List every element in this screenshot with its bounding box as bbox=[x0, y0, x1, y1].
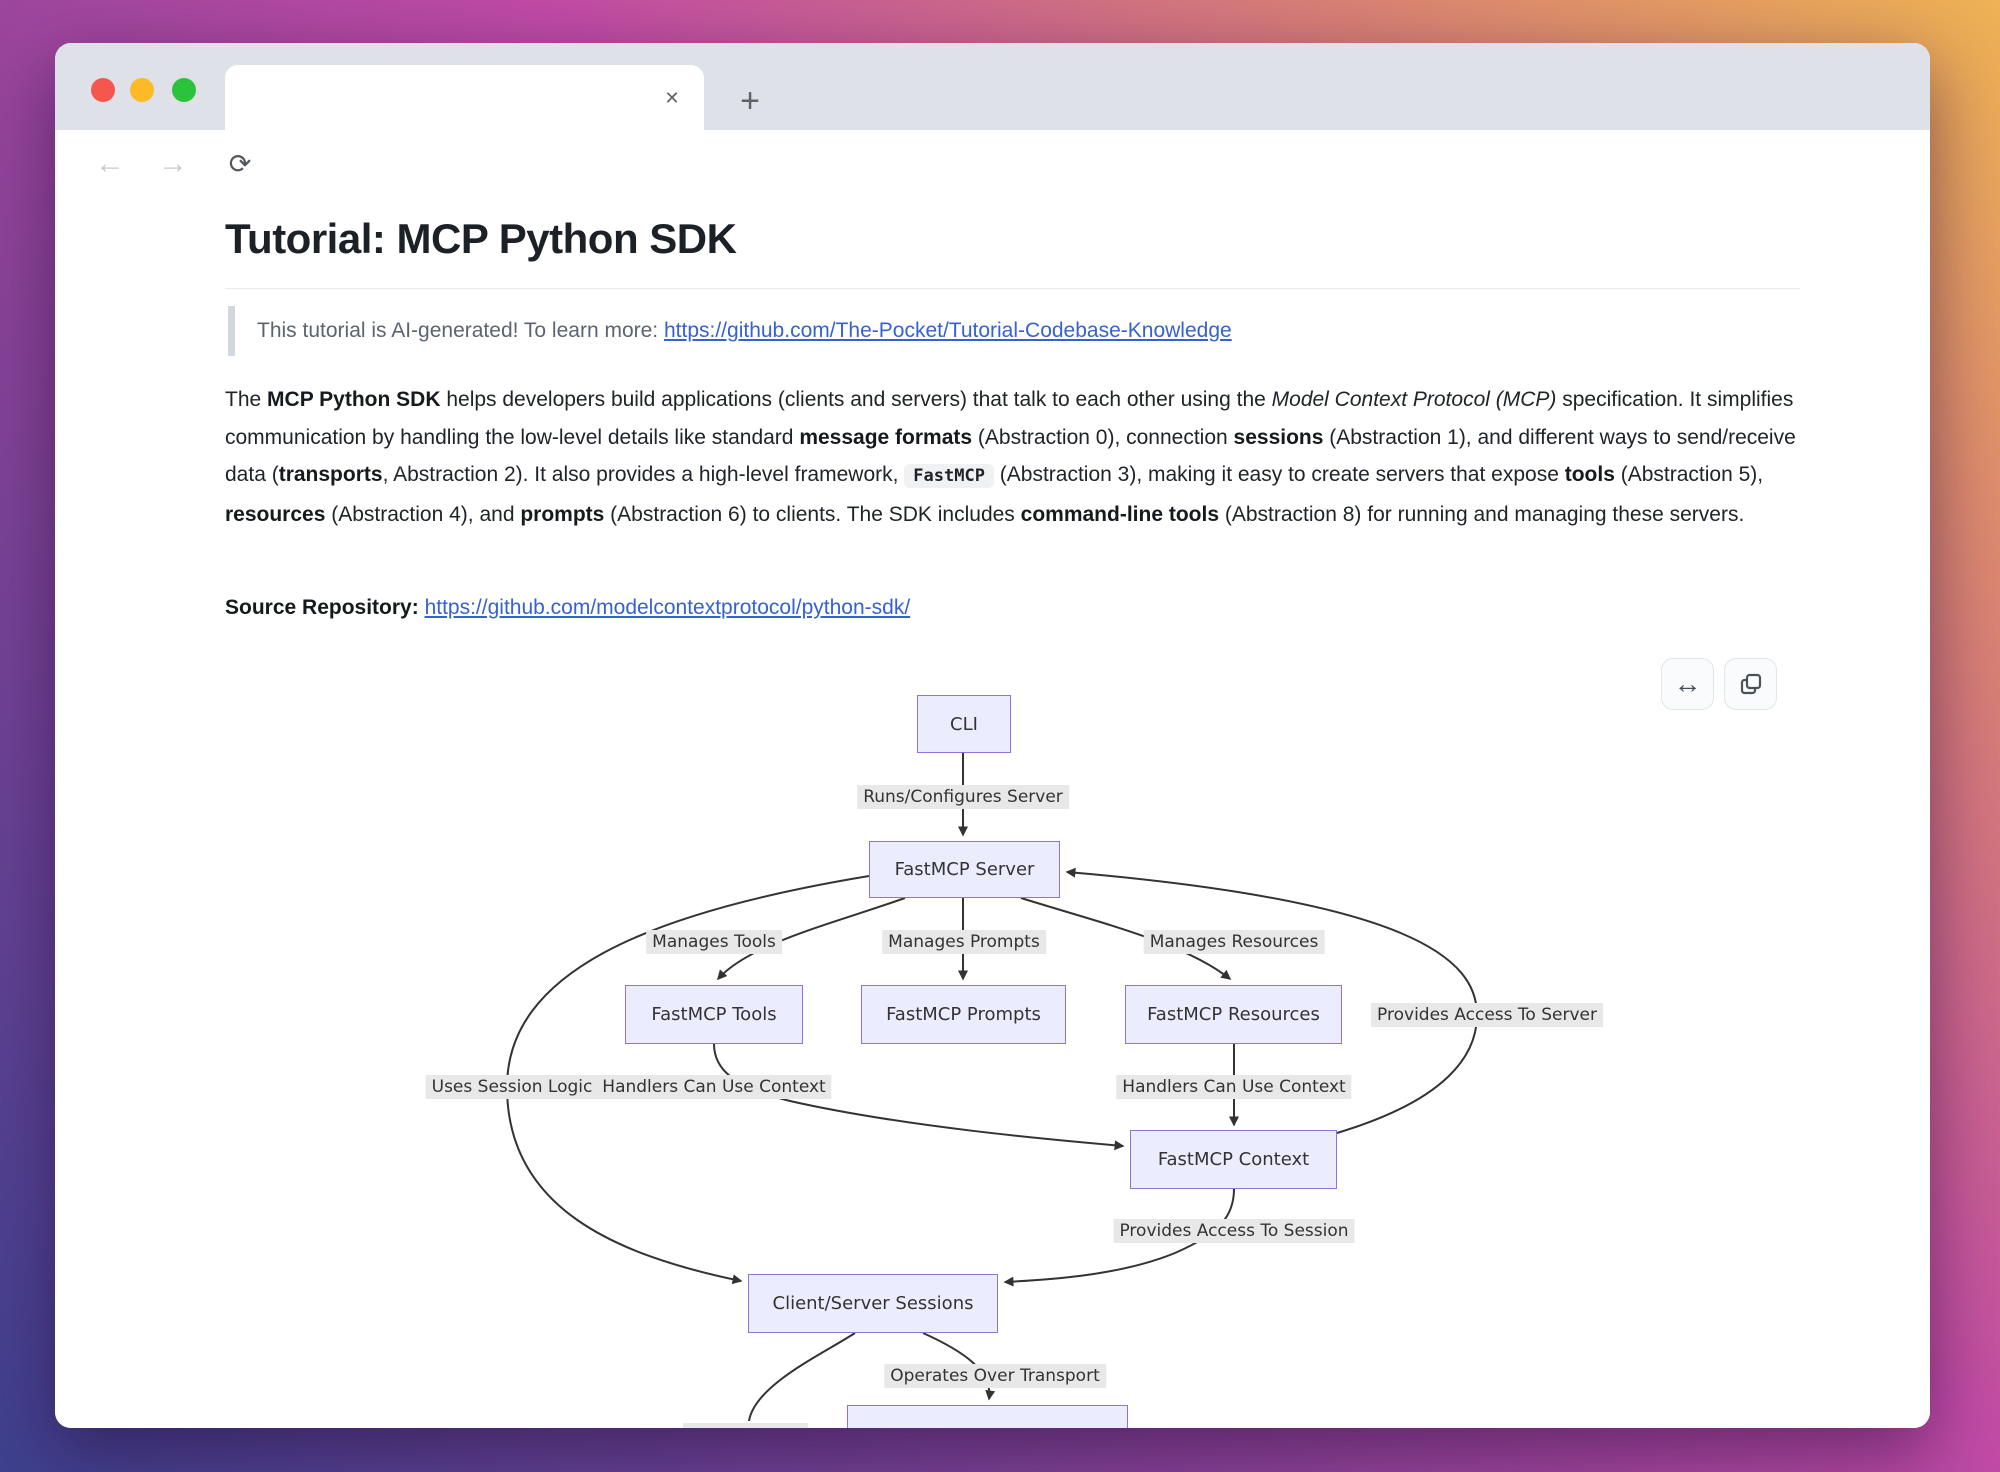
intro-paragraph: The MCP Python SDK helps developers buil… bbox=[225, 381, 1797, 533]
back-icon[interactable]: ← bbox=[88, 130, 132, 200]
edge-label-manages-resources: Manages Resources bbox=[1144, 930, 1325, 954]
node-cli: CLI bbox=[917, 695, 1011, 753]
node-fastmcp-server: FastMCP Server bbox=[869, 841, 1060, 898]
node-transport-cutoff bbox=[847, 1405, 1128, 1428]
edge-label-cutoff bbox=[683, 1423, 808, 1428]
title-divider bbox=[225, 288, 1800, 289]
edge-label-runs-configures-server: Runs/Configures Server bbox=[857, 785, 1069, 809]
source-repository-link[interactable]: https://github.com/modelcontextprotocol/… bbox=[425, 596, 911, 619]
node-client-server-sessions: Client/Server Sessions bbox=[748, 1274, 998, 1333]
diagram-copy-button[interactable] bbox=[1724, 658, 1777, 710]
diagram-expand-button[interactable]: ↔ bbox=[1661, 658, 1714, 710]
fastmcp-code-pill: FastMCP bbox=[904, 464, 994, 488]
blockquote-bar bbox=[228, 306, 235, 356]
edge-label-handlers-context-right: Handlers Can Use Context bbox=[1116, 1075, 1351, 1099]
node-fastmcp-prompts: FastMCP Prompts bbox=[861, 985, 1066, 1044]
edge-label-handlers-context-left: Handlers Can Use Context bbox=[596, 1075, 831, 1099]
edge-label-provides-access-server: Provides Access To Server bbox=[1371, 1003, 1603, 1027]
reload-icon[interactable]: ⟳ bbox=[218, 130, 262, 200]
forward-icon[interactable]: → bbox=[151, 130, 195, 200]
blockquote: This tutorial is AI-generated! To learn … bbox=[228, 306, 1232, 356]
close-window-button[interactable] bbox=[91, 78, 115, 102]
blockquote-label: This tutorial is AI-generated! To learn … bbox=[257, 319, 664, 342]
node-fastmcp-tools: FastMCP Tools bbox=[625, 985, 803, 1044]
copy-icon bbox=[1739, 672, 1763, 696]
minimize-window-button[interactable] bbox=[130, 78, 154, 102]
maximize-window-button[interactable] bbox=[172, 78, 196, 102]
source-repository-line: Source Repository: https://github.com/mo… bbox=[225, 596, 910, 620]
tab-bar: ✕ + bbox=[55, 43, 1930, 130]
browser-toolbar: ← → ⟳ ⋮ bbox=[55, 130, 1930, 200]
edge-label-operates-over-transport: Operates Over Transport bbox=[884, 1364, 1106, 1388]
edge-label-provides-access-session: Provides Access To Session bbox=[1113, 1219, 1354, 1243]
edge-label-manages-tools: Manages Tools bbox=[646, 930, 782, 954]
browser-tab[interactable]: ✕ bbox=[225, 65, 704, 130]
source-repository-label: Source Repository: bbox=[225, 596, 419, 619]
expand-arrows-icon: ↔ bbox=[1674, 668, 1702, 700]
page-content: Tutorial: MCP Python SDK This tutorial i… bbox=[55, 200, 1930, 1428]
blockquote-text: This tutorial is AI-generated! To learn … bbox=[257, 319, 1232, 343]
tutorial-link[interactable]: https://github.com/The-Pocket/Tutorial-C… bbox=[664, 319, 1232, 342]
node-fastmcp-resources: FastMCP Resources bbox=[1125, 985, 1342, 1044]
edge-label-manages-prompts: Manages Prompts bbox=[882, 930, 1046, 954]
tab-close-icon[interactable]: ✕ bbox=[658, 84, 686, 112]
browser-window: ✕ + ← → ⟳ ⋮ Tutorial: MCP Python SDK Thi… bbox=[55, 43, 1930, 1428]
page-title: Tutorial: MCP Python SDK bbox=[225, 215, 736, 263]
node-fastmcp-context: FastMCP Context bbox=[1130, 1130, 1337, 1189]
new-tab-button[interactable]: + bbox=[727, 79, 773, 125]
edge-label-uses-session-logic: Uses Session Logic bbox=[426, 1075, 599, 1099]
